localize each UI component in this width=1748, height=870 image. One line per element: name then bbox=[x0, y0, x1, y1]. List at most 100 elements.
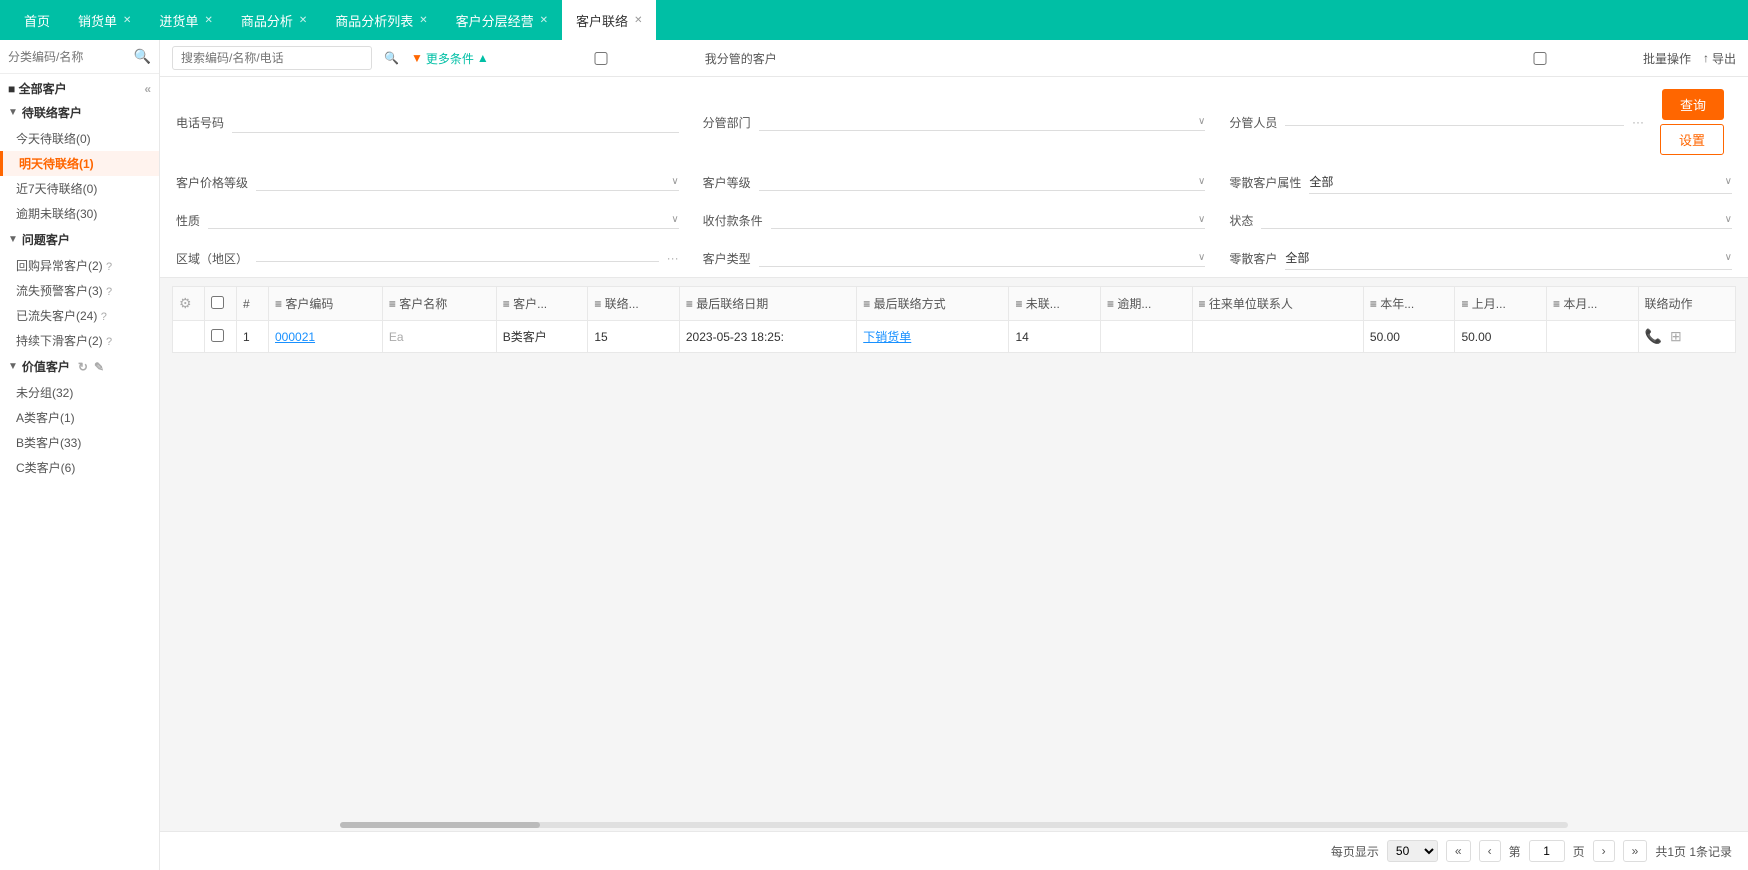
filter-dept: 分管部门 ∨ bbox=[703, 85, 1206, 159]
filter-retail-customer: 零散客户 全部 ∨ bbox=[1229, 243, 1732, 273]
page-number-input[interactable] bbox=[1529, 840, 1565, 862]
page-suffix: 页 bbox=[1573, 843, 1585, 860]
close-icon[interactable]: ✕ bbox=[299, 15, 307, 26]
filter-status: 状态 ∨ bbox=[1229, 205, 1732, 235]
retail-attr-select[interactable]: 全部 ∨ bbox=[1309, 170, 1732, 194]
edit-icon[interactable]: ✎ bbox=[94, 360, 104, 374]
filter-price-level: 客户价格等级 ∨ bbox=[176, 167, 679, 197]
my-customers-checkbox[interactable]: 我分管的客户 bbox=[501, 50, 777, 67]
manager-dots-btn[interactable]: ··· bbox=[1632, 115, 1644, 129]
sidebar-item-repurchase-abnormal[interactable]: 回购异常客户(2) ? bbox=[0, 253, 159, 278]
sidebar-item-class-b[interactable]: B类客户(33) bbox=[0, 430, 159, 455]
top-navigation: 首页 销货单 ✕ 进货单 ✕ 商品分析 ✕ 商品分析列表 ✕ 客户分层经营 ✕ … bbox=[0, 0, 1748, 40]
filter-search-icon[interactable]: 🔍 bbox=[384, 51, 399, 65]
batch-op-btn[interactable]: 批量操作 bbox=[1440, 50, 1691, 67]
nav-customer-segmentation[interactable]: 客户分层经营 ✕ bbox=[442, 0, 562, 40]
last-page-btn[interactable]: » bbox=[1623, 840, 1648, 862]
export-btn[interactable]: ↑ 导出 bbox=[1703, 50, 1736, 67]
dept-select[interactable]: ∨ bbox=[759, 113, 1206, 131]
sidebar-item-overdue-contact[interactable]: 逾期未联络(30) bbox=[0, 201, 159, 226]
nav-purchase[interactable]: 进货单 ✕ bbox=[145, 0, 226, 40]
td-last-contact-type[interactable]: 下销货单 bbox=[857, 321, 1009, 353]
sidebar-item-lost[interactable]: 已流失客户(24) ? bbox=[0, 303, 159, 328]
nav-home[interactable]: 首页 bbox=[10, 0, 64, 40]
close-icon[interactable]: ✕ bbox=[419, 15, 427, 26]
sidebar-search-input[interactable] bbox=[8, 50, 134, 64]
first-page-btn[interactable]: « bbox=[1446, 840, 1471, 862]
close-icon[interactable]: ✕ bbox=[634, 15, 642, 26]
nav-customer-contact[interactable]: 客户联络 ✕ bbox=[562, 0, 656, 40]
td-type: B类客户 bbox=[496, 321, 588, 353]
td-code[interactable]: 000021 bbox=[269, 321, 383, 353]
set-btn[interactable]: 设置 bbox=[1660, 124, 1724, 155]
per-page-select[interactable]: 50 100 bbox=[1387, 840, 1438, 862]
nature-select[interactable]: ∨ bbox=[208, 211, 679, 229]
sidebar-item-class-c[interactable]: C类客户(6) bbox=[0, 455, 159, 480]
query-btn[interactable]: 查询 bbox=[1662, 89, 1724, 120]
chevron-down-icon: ∨ bbox=[1725, 252, 1732, 263]
phone-input[interactable] bbox=[232, 112, 679, 133]
close-icon[interactable]: ✕ bbox=[204, 15, 212, 26]
retail-customer-select[interactable]: 全部 ∨ bbox=[1285, 246, 1732, 270]
refresh-icon[interactable]: ↻ bbox=[78, 360, 88, 374]
select-all-checkbox[interactable] bbox=[211, 296, 224, 309]
export-icon: ↑ bbox=[1703, 51, 1709, 65]
filter-actions: 查询 设置 bbox=[1652, 85, 1732, 159]
th-type: ≡ 客户... bbox=[496, 287, 588, 321]
manager-select[interactable] bbox=[1285, 119, 1624, 126]
sidebar-item-class-a[interactable]: A类客户(1) bbox=[0, 405, 159, 430]
nav-sales[interactable]: 销货单 ✕ bbox=[64, 0, 145, 40]
settings-icon[interactable]: ⚙ bbox=[179, 295, 192, 311]
chevron-down-icon: ∨ bbox=[1198, 214, 1205, 225]
filter-bar-right: 批量操作 ↑ 导出 bbox=[1440, 50, 1736, 67]
table-header-row: ⚙ # ≡ 客户编码 ≡ 客户名称 ≡ 客户... ≡ 联络... ≡ 最后联络… bbox=[173, 287, 1736, 321]
next-page-btn[interactable]: › bbox=[1593, 840, 1615, 862]
close-icon[interactable]: ✕ bbox=[540, 15, 548, 26]
close-icon[interactable]: ✕ bbox=[123, 15, 131, 26]
scrollbar-thumb[interactable] bbox=[340, 822, 540, 828]
all-customers-section[interactable]: ■ 全部客户 « bbox=[0, 74, 159, 99]
sidebar-item-today-contact[interactable]: 今天待联络(0) bbox=[0, 126, 159, 151]
last-contact-link[interactable]: 下销货单 bbox=[863, 330, 911, 344]
pagination: 每页显示 50 100 « ‹ 第 页 › » 共1页 1条记录 bbox=[160, 831, 1748, 870]
row-checkbox[interactable] bbox=[211, 329, 224, 342]
filter-region: 区域（地区） ··· bbox=[176, 243, 679, 273]
group-problem-customers: ▼ 问题客户 bbox=[0, 226, 159, 253]
region-dots-btn[interactable]: ··· bbox=[667, 251, 679, 265]
th-last-month: ≡ 上月... bbox=[1455, 287, 1547, 321]
my-customers-check[interactable] bbox=[501, 52, 701, 65]
payment-terms-select[interactable]: ∨ bbox=[771, 211, 1206, 229]
chevron-down-icon: ∨ bbox=[671, 214, 678, 225]
th-contacts: ≡ 联络... bbox=[588, 287, 680, 321]
region-select[interactable] bbox=[256, 255, 659, 262]
call-icon[interactable]: 📞 bbox=[1645, 328, 1662, 345]
menu-icon[interactable]: ⊞ bbox=[1670, 328, 1682, 345]
sidebar-item-unclassified[interactable]: 未分组(32) bbox=[0, 380, 159, 405]
total-records: 共1页 1条记录 bbox=[1655, 843, 1732, 860]
th-no-contact: ≡ 未联... bbox=[1009, 287, 1101, 321]
customer-type-select[interactable]: ∨ bbox=[759, 249, 1206, 267]
prev-page-btn[interactable]: ‹ bbox=[1479, 840, 1501, 862]
batch-op-check[interactable] bbox=[1440, 52, 1640, 65]
status-select[interactable]: ∨ bbox=[1261, 211, 1732, 229]
collapse-icon[interactable]: « bbox=[144, 82, 151, 96]
more-conditions-btn[interactable]: ▼ 更多条件 ▲ bbox=[411, 50, 489, 67]
sidebar-item-declining[interactable]: 持续下滑客户(2) ? bbox=[0, 328, 159, 353]
chevron-down-icon: ∨ bbox=[1198, 116, 1205, 127]
customer-code-link[interactable]: 000021 bbox=[275, 330, 315, 344]
nav-product-analysis[interactable]: 商品分析 ✕ bbox=[227, 0, 321, 40]
sidebar-item-7days-contact[interactable]: 近7天待联络(0) bbox=[0, 176, 159, 201]
customer-level-select[interactable]: ∨ bbox=[759, 173, 1206, 191]
sidebar-search-icon[interactable]: 🔍 bbox=[134, 48, 151, 65]
customer-table: ⚙ # ≡ 客户编码 ≡ 客户名称 ≡ 客户... ≡ 联络... ≡ 最后联络… bbox=[172, 286, 1736, 353]
filter-customer-type: 客户类型 ∨ bbox=[703, 243, 1206, 273]
horizontal-scrollbar[interactable] bbox=[160, 819, 1748, 831]
nav-product-analysis-list[interactable]: 商品分析列表 ✕ bbox=[321, 0, 441, 40]
search-input[interactable] bbox=[172, 46, 372, 70]
th-this-month: ≡ 本月... bbox=[1546, 287, 1638, 321]
price-level-select[interactable]: ∨ bbox=[256, 173, 679, 191]
sidebar-item-tomorrow-contact[interactable]: 明天待联络(1) bbox=[0, 151, 159, 176]
sidebar-item-loss-warning[interactable]: 流失预警客户(3) ? bbox=[0, 278, 159, 303]
th-this-year: ≡ 本年... bbox=[1363, 287, 1455, 321]
th-settings[interactable]: ⚙ bbox=[173, 287, 205, 321]
